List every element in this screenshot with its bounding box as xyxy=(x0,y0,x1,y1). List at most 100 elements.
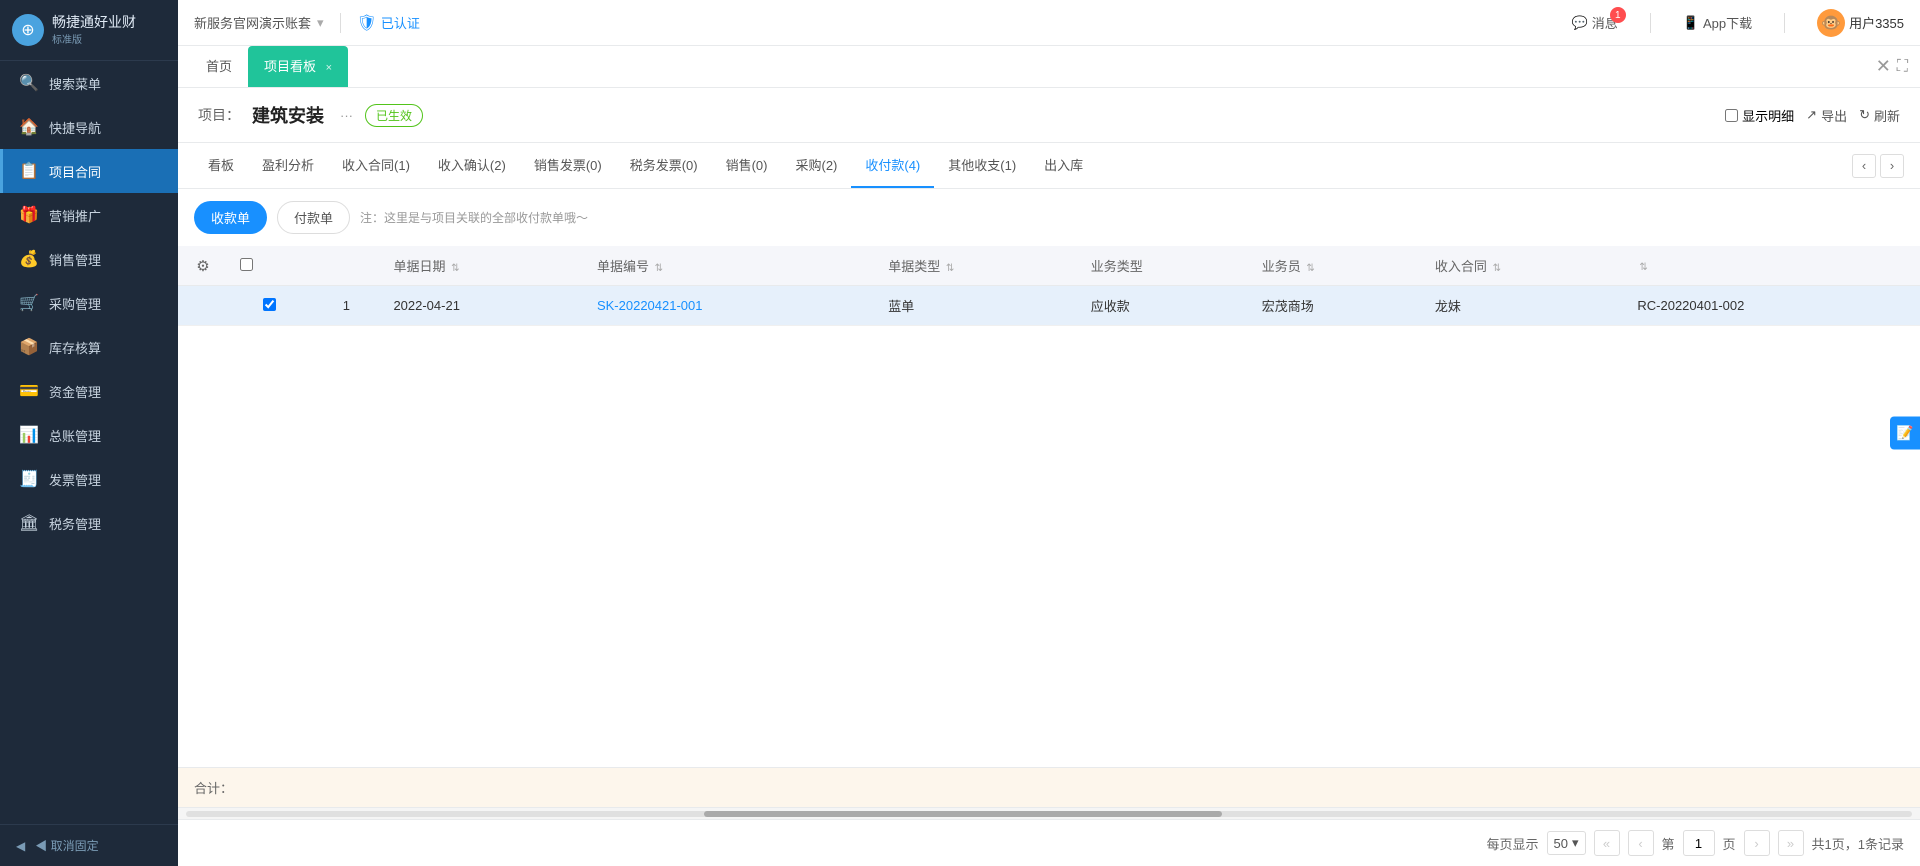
right-float-button[interactable]: 📝 xyxy=(1890,417,1920,450)
user-menu-button[interactable]: 🐵 用户3355 xyxy=(1817,9,1904,37)
column-biz-type: 业务类型 xyxy=(1079,246,1250,286)
refresh-icon: ↻ xyxy=(1859,107,1870,123)
topbar-divider2 xyxy=(1650,13,1651,33)
subtab-sales[interactable]: 销售(0) xyxy=(712,143,782,188)
subtab-next-button[interactable]: › xyxy=(1880,154,1904,178)
toggle-note: 注：这里是与项目关联的全部收付款单哦～ xyxy=(360,209,588,226)
per-page-dropdown-icon: ▾ xyxy=(1572,835,1579,851)
window-close-button[interactable]: ✕ xyxy=(1876,56,1891,77)
subtab-tax-invoice[interactable]: 税务发票(0) xyxy=(616,143,712,188)
toggle-bar: 收款单 付款单 注：这里是与项目关联的全部收付款单哦～ xyxy=(178,189,1920,246)
sidebar-item-label: 总账管理 xyxy=(49,426,101,445)
horizontal-scrollbar[interactable] xyxy=(178,807,1920,819)
tab-home[interactable]: 首页 xyxy=(190,46,248,87)
subtabs: 看板 盈利分析 收入合同(1) 收入确认(2) 销售发票(0) 税务发票(0) … xyxy=(178,143,1920,189)
last-page-button[interactable]: » xyxy=(1778,830,1804,856)
refresh-button[interactable]: ↻ 刷新 xyxy=(1859,106,1900,125)
unpin-button[interactable]: ◀ ◀ 取消固定 xyxy=(0,824,178,866)
topbar-divider3 xyxy=(1784,13,1785,33)
sidebar-item-label: 采购管理 xyxy=(49,294,101,313)
gear-icon[interactable]: ⚙ xyxy=(196,258,209,275)
column-code[interactable]: 单据编号 ⇅ xyxy=(585,246,876,286)
search-icon: 🔍 xyxy=(19,73,39,93)
scrollbar-thumb[interactable] xyxy=(704,811,1222,817)
first-page-button[interactable]: « xyxy=(1594,830,1620,856)
sidebar-item-tax[interactable]: 🏛 税务管理 xyxy=(0,501,178,545)
sidebar-item-search[interactable]: 🔍 搜索菜单 xyxy=(0,61,178,105)
tab-project-board[interactable]: 项目看板 × xyxy=(248,46,348,87)
sidebar-item-label: 搜索菜单 xyxy=(49,74,101,93)
sidebar-item-invoice[interactable]: 🧾 发票管理 xyxy=(0,457,178,501)
next-page-button[interactable]: › xyxy=(1744,830,1770,856)
data-table: ⚙ 单据日期 ⇅ 单据编号 ⇅ xyxy=(178,246,1920,326)
column-date[interactable]: 单据日期 ⇅ xyxy=(381,246,585,286)
subtab-profit[interactable]: 盈利分析 xyxy=(248,143,328,188)
sidebar: ⊕ 畅捷通好业财 标准版 🔍 搜索菜单 🏠 快捷导航 📋 项目合同 🎁 营销推广… xyxy=(0,0,178,866)
sidebar-item-sales[interactable]: 💰 销售管理 xyxy=(0,237,178,281)
sidebar-item-project[interactable]: 📋 项目合同 xyxy=(0,149,178,193)
subtab-income-contract[interactable]: 收入合同(1) xyxy=(328,143,424,188)
subtab-prev-button[interactable]: ‹ xyxy=(1852,154,1876,178)
sort-icon-contract: ⇅ xyxy=(1639,262,1647,273)
row-gear xyxy=(178,286,228,326)
subtab-income-confirm[interactable]: 收入确认(2) xyxy=(424,143,520,188)
export-button[interactable]: ↗ 导出 xyxy=(1806,106,1847,125)
column-num xyxy=(311,246,381,286)
subtab-kanban[interactable]: 看板 xyxy=(194,143,248,188)
subtab-payment[interactable]: 收付款(4) xyxy=(851,143,934,188)
sidebar-item-inventory[interactable]: 📦 库存核算 xyxy=(0,325,178,369)
verified-badge: 🛡 已认证 xyxy=(357,13,420,33)
per-page-select[interactable]: 50 ▾ xyxy=(1547,831,1586,855)
window-expand-button[interactable]: ⛶ xyxy=(1897,58,1908,76)
prev-page-button[interactable]: ‹ xyxy=(1628,830,1654,856)
subtab-other-income[interactable]: 其他收支(1) xyxy=(934,143,1030,188)
box-icon: 📦 xyxy=(19,337,39,357)
row-date: 2022-04-21 xyxy=(381,286,585,326)
row-code: SK-20220421-001 xyxy=(585,286,876,326)
subtab-warehouse[interactable]: 出入库 xyxy=(1030,143,1097,188)
page-header: 项目： 建筑安装 ··· 已生效 显示明细 ↗ 导出 ↻ 刷新 xyxy=(178,88,1920,143)
receipt-label: 收款单 xyxy=(211,211,250,226)
tax-icon: 🏛 xyxy=(19,513,39,533)
sidebar-item-finance[interactable]: 💳 资金管理 xyxy=(0,369,178,413)
sidebar-item-label: 税务管理 xyxy=(49,514,101,533)
subtab-sales-invoice[interactable]: 销售发票(0) xyxy=(520,143,616,188)
subtab-nav: ‹ › xyxy=(1852,154,1904,178)
receipt-toggle-button[interactable]: 收款单 xyxy=(194,201,267,234)
sidebar-item-label: 快捷导航 xyxy=(49,118,101,137)
row-biz-type: 应收款 xyxy=(1079,286,1250,326)
account-selector[interactable]: 新服务官网演示账套 ▾ xyxy=(194,13,324,32)
sort-icon-salesman: ⇅ xyxy=(1493,263,1501,274)
page-word: 第 xyxy=(1662,834,1675,853)
show-detail-checkbox[interactable]: 显示明细 xyxy=(1725,106,1794,125)
sidebar-item-purchase[interactable]: 🛒 采购管理 xyxy=(0,281,178,325)
column-contract[interactable]: ⇅ xyxy=(1625,246,1920,286)
select-all-checkbox[interactable] xyxy=(240,258,253,271)
app-download-button[interactable]: 📱 App下载 xyxy=(1683,13,1752,32)
page-input[interactable] xyxy=(1683,830,1715,856)
subtab-purchase[interactable]: 采购(2) xyxy=(781,143,851,188)
show-detail-label: 显示明细 xyxy=(1742,106,1794,125)
column-type[interactable]: 单据类型 ⇅ xyxy=(876,246,1078,286)
message-button[interactable]: 💬 消息 1 xyxy=(1572,13,1618,32)
per-page-label: 每页显示 xyxy=(1486,834,1538,853)
more-options-button[interactable]: ··· xyxy=(340,108,353,123)
tabbar: 首页 项目看板 × ✕ ⛶ xyxy=(178,46,1920,88)
sidebar-item-shortcut[interactable]: 🏠 快捷导航 xyxy=(0,105,178,149)
account-dropdown-icon: ▾ xyxy=(317,15,324,31)
sidebar-item-ledger[interactable]: 📊 总账管理 xyxy=(0,413,178,457)
column-salesman[interactable]: 收入合同 ⇅ xyxy=(1423,246,1625,286)
shield-icon: 🛡 xyxy=(357,13,377,33)
export-label: 导出 xyxy=(1821,106,1847,125)
app-logo-icon: ⊕ xyxy=(12,14,44,46)
home-icon: 🏠 xyxy=(19,117,39,137)
row-checkbox[interactable] xyxy=(263,298,276,311)
tab-close-icon[interactable]: × xyxy=(326,62,332,74)
column-partner[interactable]: 业务员 ⇅ xyxy=(1250,246,1423,286)
row-code-link[interactable]: SK-20220421-001 xyxy=(597,298,703,313)
show-detail-input[interactable] xyxy=(1725,109,1738,122)
sidebar-item-marketing[interactable]: 🎁 营销推广 xyxy=(0,193,178,237)
cart-icon: 🛒 xyxy=(19,293,39,313)
payment-toggle-button[interactable]: 付款单 xyxy=(277,201,350,234)
gift-icon: 🎁 xyxy=(19,205,39,225)
